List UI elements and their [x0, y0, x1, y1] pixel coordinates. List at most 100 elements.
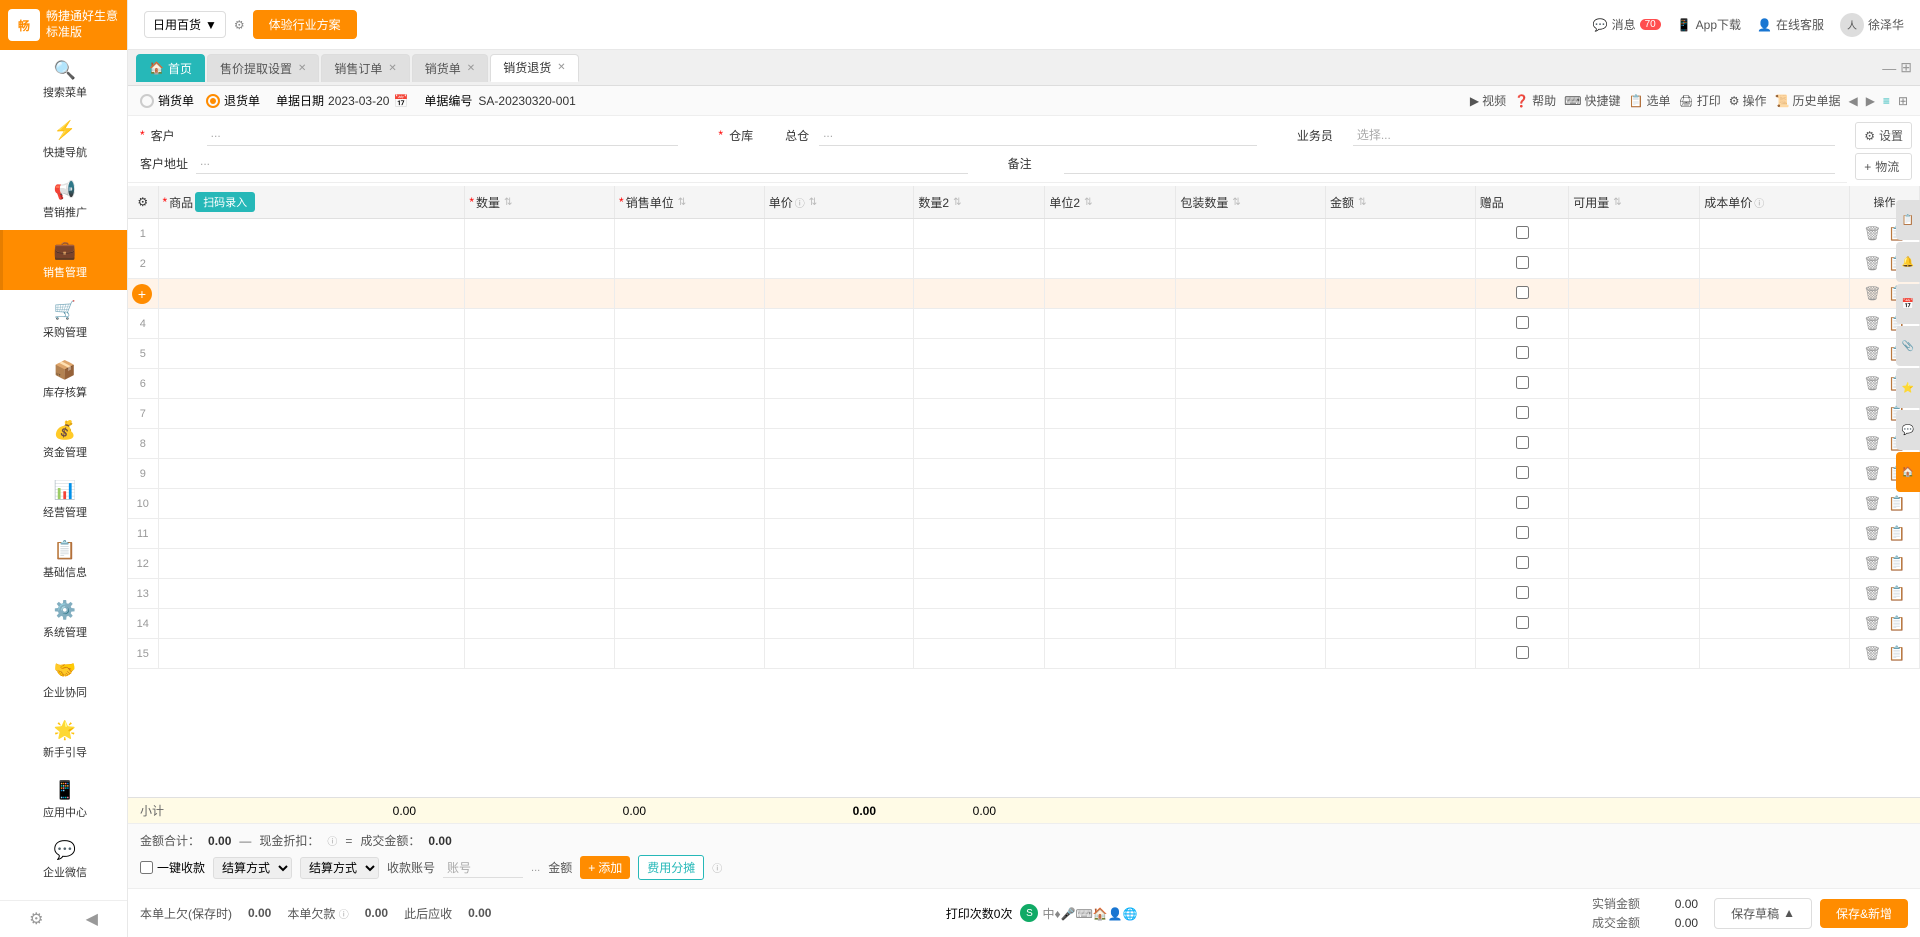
amount-cell-7[interactable] [1326, 399, 1476, 429]
copy-btn-12[interactable]: 📋 [1886, 553, 1907, 574]
gift-cell-4[interactable] [1475, 309, 1569, 339]
amount-cell-1[interactable] [1326, 219, 1476, 249]
avail-cell-7[interactable] [1569, 399, 1700, 429]
add-payment-btn[interactable]: + 添加 [580, 856, 630, 879]
qty-cell-6[interactable] [465, 369, 615, 399]
nav-next-icon[interactable]: ▶ [1866, 94, 1875, 108]
amount-cell-5[interactable] [1326, 339, 1476, 369]
qty-cell-3[interactable] [465, 279, 615, 309]
price-cell-11[interactable] [764, 519, 914, 549]
grid-view-icon[interactable]: ≡ [1883, 94, 1890, 108]
pack-cell-6[interactable] [1176, 369, 1326, 399]
product-cell-5[interactable] [158, 339, 465, 369]
message-item[interactable]: 💬 消息 70 [1593, 16, 1661, 33]
copy-btn-10[interactable]: 📋 [1886, 493, 1907, 514]
edge-btn-3[interactable]: 📅 [1896, 284, 1920, 324]
gift-cell-14[interactable] [1475, 609, 1569, 639]
qty-cell-9[interactable] [465, 459, 615, 489]
amount-cell-14[interactable] [1326, 609, 1476, 639]
delete-btn-2[interactable]: 🗑 [1861, 253, 1883, 274]
product-cell-1[interactable] [158, 219, 465, 249]
gift-cell-10[interactable] [1475, 489, 1569, 519]
amount-cell-4[interactable] [1326, 309, 1476, 339]
cost-price-info-icon[interactable]: ⓘ [1754, 195, 1764, 210]
cost-cell-1[interactable] [1700, 219, 1850, 249]
gift-cell-8[interactable] [1475, 429, 1569, 459]
amount-sort-icon[interactable]: ⇅ [1358, 197, 1366, 208]
product-cell-11[interactable] [158, 519, 465, 549]
unit2-cell-9[interactable] [1045, 459, 1176, 489]
unit2-cell-15[interactable] [1045, 639, 1176, 669]
pack-cell-5[interactable] [1176, 339, 1326, 369]
delete-btn-5[interactable]: 🗑 [1861, 343, 1883, 364]
sidebar-item-operations[interactable]: 📊 经营管理 [0, 470, 127, 530]
gift-cell-13[interactable] [1475, 579, 1569, 609]
delete-btn-11[interactable]: 🗑 [1861, 523, 1883, 544]
gift-cell-1[interactable] [1475, 219, 1569, 249]
product-cell-9[interactable] [158, 459, 465, 489]
unit-cell-3[interactable] [615, 279, 765, 309]
pack-cell-14[interactable] [1176, 609, 1326, 639]
sidebar-item-purchase[interactable]: 🛒 采购管理 [0, 290, 127, 350]
price-cell-6[interactable] [764, 369, 914, 399]
gift-cell-12[interactable] [1475, 549, 1569, 579]
delete-btn-1[interactable]: 🗑 [1861, 223, 1883, 244]
unit2-cell-6[interactable] [1045, 369, 1176, 399]
qty-cell-15[interactable] [465, 639, 615, 669]
unit2-cell-12[interactable] [1045, 549, 1176, 579]
qty2-cell-14[interactable] [914, 609, 1045, 639]
pack-cell-3[interactable] [1176, 279, 1326, 309]
price-cell-8[interactable] [764, 429, 914, 459]
qty-cell-2[interactable] [465, 249, 615, 279]
price-cell-4[interactable] [764, 309, 914, 339]
gift-cell-9[interactable] [1475, 459, 1569, 489]
cost-cell-12[interactable] [1700, 549, 1850, 579]
avail-cell-3[interactable] [1569, 279, 1700, 309]
settlement-method-select[interactable]: 结算方式 [213, 857, 292, 879]
product-cell-8[interactable] [158, 429, 465, 459]
cost-cell-2[interactable] [1700, 249, 1850, 279]
gift-cell-11[interactable] [1475, 519, 1569, 549]
amount-cell-15[interactable] [1326, 639, 1476, 669]
product-cell-14[interactable] [158, 609, 465, 639]
unit2-cell-1[interactable] [1045, 219, 1176, 249]
gift-checkbox-10[interactable] [1516, 496, 1529, 509]
qty-cell-10[interactable] [465, 489, 615, 519]
tab-delivery-close[interactable]: ✕ [467, 63, 475, 74]
sidebar-item-wechat[interactable]: 💬 企业微信 [0, 830, 127, 890]
cost-cell-11[interactable] [1700, 519, 1850, 549]
sidebar-item-system[interactable]: ⚙️ 系统管理 [0, 590, 127, 650]
qty-cell-5[interactable] [465, 339, 615, 369]
nav-prev-icon[interactable]: ◀ [1848, 94, 1857, 108]
date-value[interactable]: 2023-03-20 [328, 94, 389, 108]
copy-btn-13[interactable]: 📋 [1886, 583, 1907, 604]
sidebar-item-shortcut[interactable]: ⚡ 快捷导航 [0, 110, 127, 170]
fee-split-btn[interactable]: 费用分摊 [638, 855, 704, 880]
qty2-cell-12[interactable] [914, 549, 1045, 579]
amount-cell-2[interactable] [1326, 249, 1476, 279]
settings-bottom-icon[interactable]: ⚙ [29, 909, 43, 929]
radio-sales[interactable]: 销货单 [140, 92, 194, 109]
help-btn[interactable]: ❓ 帮助 [1514, 92, 1556, 109]
sidebar-item-newguide[interactable]: 🌟 新手引导 [0, 710, 127, 770]
delete-btn-15[interactable]: 🗑 [1861, 643, 1883, 664]
unit2-cell-10[interactable] [1045, 489, 1176, 519]
unit-cell-1[interactable] [615, 219, 765, 249]
gift-checkbox-14[interactable] [1516, 616, 1529, 629]
unit-cell-7[interactable] [615, 399, 765, 429]
qty-cell-11[interactable] [465, 519, 615, 549]
gift-checkbox-2[interactable] [1516, 256, 1529, 269]
price-cell-5[interactable] [764, 339, 914, 369]
product-cell-10[interactable] [158, 489, 465, 519]
tab-home[interactable]: 🏠 首页 [136, 54, 205, 82]
cost-cell-7[interactable] [1700, 399, 1850, 429]
save-draft-button[interactable]: 保存草稿 ▲ [1714, 898, 1812, 929]
pack-cell-12[interactable] [1176, 549, 1326, 579]
qty2-sort-icon[interactable]: ⇅ [953, 197, 961, 208]
qty2-cell-8[interactable] [914, 429, 1045, 459]
delete-btn-13[interactable]: 🗑 [1861, 583, 1883, 604]
experience-button[interactable]: 体验行业方案 [253, 10, 357, 39]
delete-btn-4[interactable]: 🗑 [1861, 313, 1883, 334]
delete-btn-10[interactable]: 🗑 [1861, 493, 1883, 514]
online-service-item[interactable]: 👤 在线客服 [1757, 16, 1824, 33]
